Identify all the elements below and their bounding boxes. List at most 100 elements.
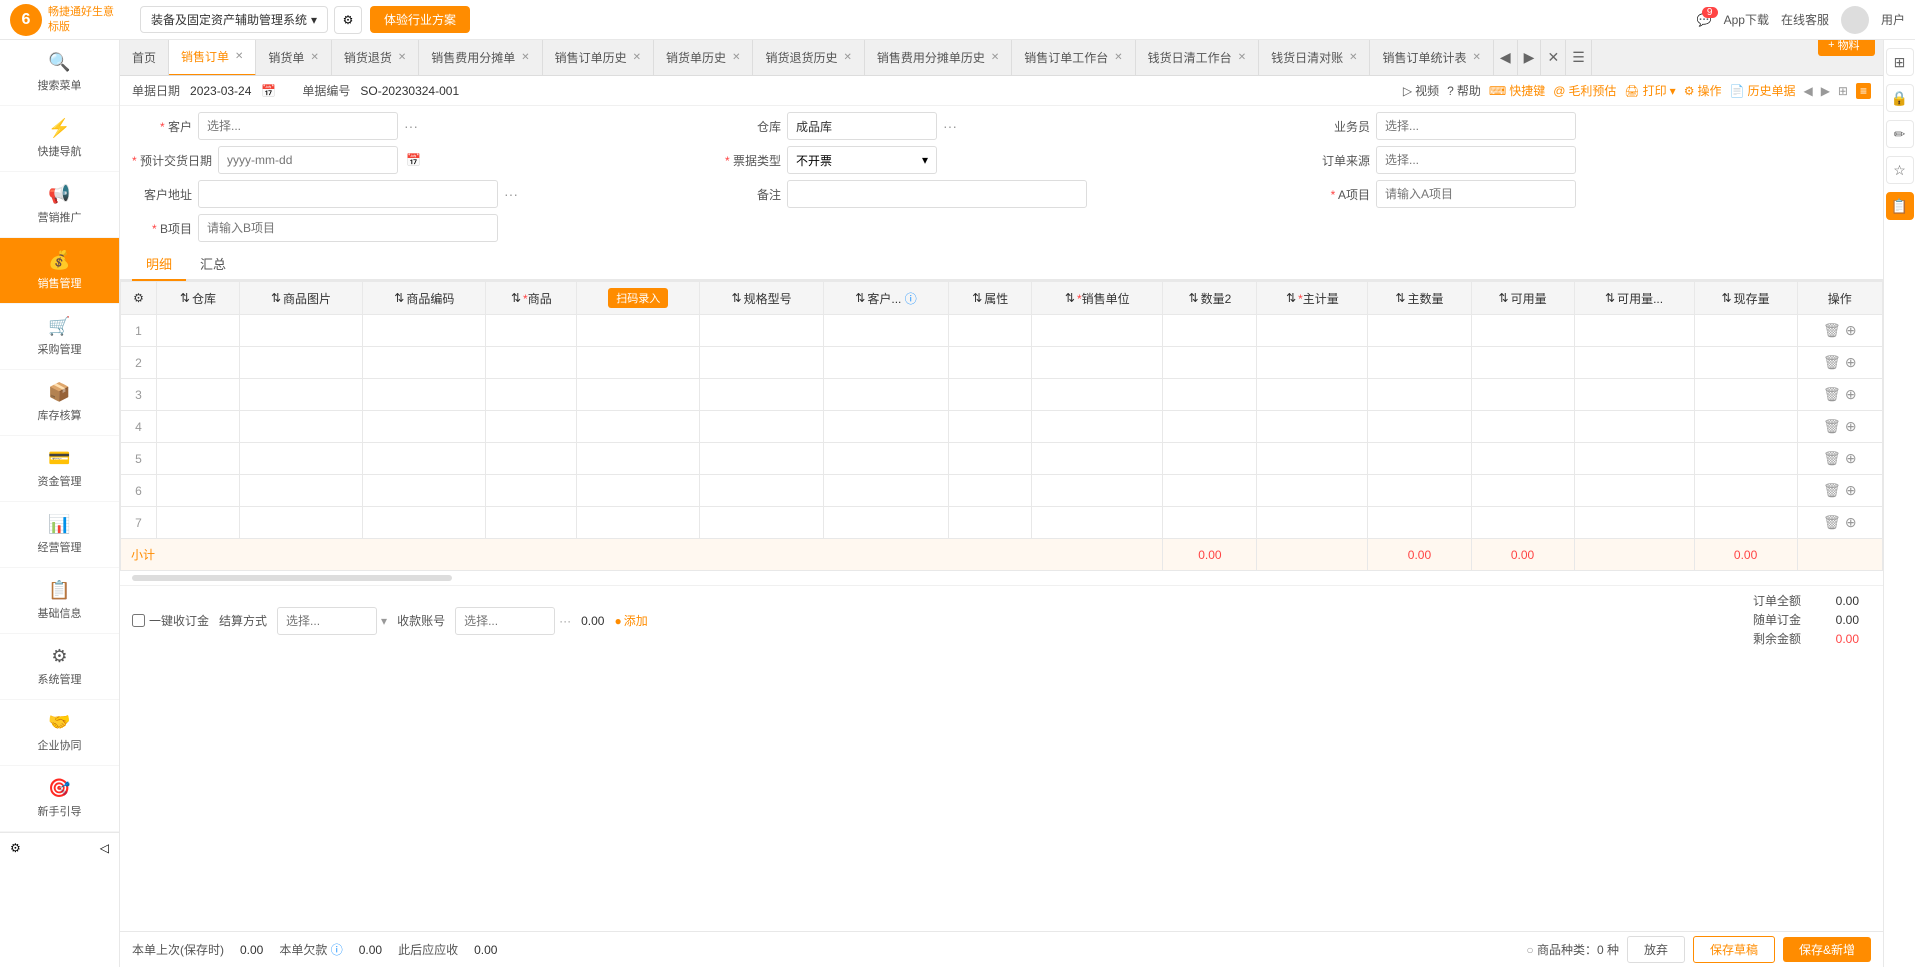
- tab-sales-goods[interactable]: 销货单 ✕: [256, 40, 331, 76]
- qty2-col-sort[interactable]: ⇅: [1189, 291, 1199, 305]
- action-btn[interactable]: ⚙ 操作: [1684, 82, 1722, 99]
- nav-left-icon[interactable]: ◀: [1803, 84, 1812, 98]
- delivery-calendar-icon[interactable]: 📅: [406, 153, 421, 167]
- tab-close-sales-return[interactable]: ✕: [398, 52, 406, 63]
- staff-input[interactable]: [1376, 112, 1576, 140]
- help-btn[interactable]: ? 帮助: [1447, 82, 1481, 99]
- account-input[interactable]: [455, 607, 555, 635]
- sidebar-item-purchase[interactable]: 🛒 采购管理: [0, 304, 119, 370]
- order-source-input[interactable]: [1376, 146, 1576, 174]
- row-delete-btn-2[interactable]: 🗑: [1821, 354, 1843, 370]
- tab-prev-btn[interactable]: ◀: [1494, 40, 1518, 76]
- tab-close-fee-history[interactable]: ✕: [991, 52, 999, 63]
- app-download-link[interactable]: App下载: [1724, 11, 1769, 28]
- online-service-link[interactable]: 在线客服: [1781, 11, 1829, 28]
- sidebar-item-management[interactable]: 📊 经营管理: [0, 502, 119, 568]
- tab-order-workbench[interactable]: 销售订单工作台 ✕: [1012, 40, 1135, 76]
- address-input[interactable]: [198, 180, 498, 208]
- one-click-check[interactable]: [132, 614, 145, 627]
- sidebar-item-collab[interactable]: 🤝 企业协同: [0, 700, 119, 766]
- customer-input[interactable]: [198, 112, 398, 140]
- tab-fee-history[interactable]: 销售费用分摊单历史 ✕: [865, 40, 1012, 76]
- warehouse-input[interactable]: [787, 112, 937, 140]
- tab-next-btn[interactable]: ▶: [1518, 40, 1542, 76]
- list-view-icon[interactable]: ≡: [1856, 83, 1871, 99]
- trial-button[interactable]: 体验行业方案: [370, 6, 470, 33]
- debt-info-icon[interactable]: ⓘ: [331, 943, 343, 957]
- row-copy-btn-7[interactable]: ⊕: [1843, 514, 1859, 530]
- row-delete-btn-6[interactable]: 🗑: [1821, 482, 1843, 498]
- available2-col-sort[interactable]: ⇅: [1605, 291, 1615, 305]
- tab-cash-reconcile[interactable]: 钱货日清对账 ✕: [1259, 40, 1370, 76]
- warehouse-col-sort[interactable]: ⇅: [180, 291, 190, 305]
- tab-order-history[interactable]: 销售订单历史 ✕: [543, 40, 654, 76]
- sidebar-settings-icon[interactable]: ⚙: [10, 841, 21, 855]
- tab-menu-btn[interactable]: ☰: [1566, 40, 1592, 76]
- sidebar-item-marketing[interactable]: 📢 营销推广: [0, 172, 119, 238]
- save-new-button[interactable]: 保存&新增: [1783, 937, 1871, 962]
- date-calendar-icon[interactable]: 📅: [261, 84, 276, 98]
- sidebar-item-finance[interactable]: 💳 资金管理: [0, 436, 119, 502]
- sidebar-item-system[interactable]: ⚙ 系统管理: [0, 634, 119, 700]
- b-project-input[interactable]: [198, 214, 498, 242]
- attribute-col-sort[interactable]: ⇅: [972, 291, 982, 305]
- rp-edit-icon[interactable]: ✏: [1886, 120, 1914, 148]
- row-delete-btn-1[interactable]: 🗑: [1821, 322, 1843, 338]
- customer-more-btn[interactable]: ···: [404, 118, 418, 134]
- nav-right-icon[interactable]: ▶: [1821, 84, 1830, 98]
- main-unit-col-sort[interactable]: ⇅: [1286, 291, 1296, 305]
- row-delete-btn-4[interactable]: 🗑: [1821, 418, 1843, 434]
- tab-close-goods-history[interactable]: ✕: [732, 52, 740, 63]
- sidebar-item-basic[interactable]: 📋 基础信息: [0, 568, 119, 634]
- tab-close-order-workbench[interactable]: ✕: [1114, 52, 1122, 63]
- spec-col-sort[interactable]: ⇅: [732, 291, 742, 305]
- rp-grid-icon[interactable]: ⊞: [1886, 48, 1914, 76]
- row-copy-btn-5[interactable]: ⊕: [1843, 450, 1859, 466]
- tab-close-cash-reconcile[interactable]: ✕: [1349, 52, 1357, 63]
- warehouse-more-btn[interactable]: ···: [943, 118, 957, 134]
- tab-close-return-history[interactable]: ✕: [843, 52, 851, 63]
- message-badge-wrap[interactable]: 💬 9: [1697, 13, 1712, 27]
- tab-goods-history[interactable]: 销货单历史 ✕: [654, 40, 753, 76]
- sidebar-item-sales[interactable]: 💰 销售管理: [0, 238, 119, 304]
- save-draft-button[interactable]: 保存草稿: [1693, 936, 1775, 963]
- invoice-select[interactable]: 不开票 ▾: [787, 146, 937, 174]
- user-avatar[interactable]: [1841, 6, 1869, 34]
- scan-btn[interactable]: 扫码录入: [608, 288, 668, 308]
- row-copy-btn-6[interactable]: ⊕: [1843, 482, 1859, 498]
- tab-close-cash-workbench[interactable]: ✕: [1238, 52, 1246, 63]
- row-copy-btn-1[interactable]: ⊕: [1843, 322, 1859, 338]
- row-copy-btn-4[interactable]: ⊕: [1843, 418, 1859, 434]
- tab-close-order-stats[interactable]: ✕: [1473, 52, 1481, 63]
- name-col-sort[interactable]: ⇅: [511, 291, 521, 305]
- tab-close-sales-order[interactable]: ✕: [235, 51, 243, 62]
- tab-close-sales-goods[interactable]: ✕: [310, 52, 318, 63]
- tab-home[interactable]: 首页: [120, 40, 169, 76]
- row-delete-btn-5[interactable]: 🗑: [1821, 450, 1843, 466]
- add-amount-btn[interactable]: ● 添加: [614, 612, 647, 629]
- row-copy-btn-2[interactable]: ⊕: [1843, 354, 1859, 370]
- row-copy-btn-3[interactable]: ⊕: [1843, 386, 1859, 402]
- delivery-input[interactable]: [218, 146, 398, 174]
- tab-return-history[interactable]: 销货退货历史 ✕: [753, 40, 864, 76]
- sidebar-item-nav[interactable]: ⚡ 快捷导航: [0, 106, 119, 172]
- unit-col-sort[interactable]: ⇅: [1065, 291, 1075, 305]
- address-more-btn[interactable]: ···: [504, 186, 518, 202]
- print-btn[interactable]: 🖨 打印 ▾: [1624, 82, 1675, 99]
- grid-view-icon[interactable]: ⊞: [1838, 84, 1848, 98]
- shortcut-btn[interactable]: ⌨ 快捷键: [1489, 82, 1545, 99]
- sidebar-item-search[interactable]: 🔍 搜索菜单: [0, 40, 119, 106]
- discard-button[interactable]: 放弃: [1627, 936, 1685, 963]
- tab-cash-workbench[interactable]: 钱货日清工作台 ✕: [1136, 40, 1259, 76]
- tab-close-sales-fee[interactable]: ✕: [521, 52, 529, 63]
- detail-tab-summary[interactable]: 汇总: [186, 248, 240, 281]
- th-settings[interactable]: ⚙: [121, 282, 157, 315]
- rp-star-icon[interactable]: ☆: [1886, 156, 1914, 184]
- history-btn[interactable]: 📄 历史单据: [1729, 82, 1795, 99]
- rp-lock-icon[interactable]: 🔒: [1886, 84, 1914, 112]
- profit-btn[interactable]: @ 毛利预估: [1553, 82, 1616, 99]
- row-delete-btn-7[interactable]: 🗑: [1821, 514, 1843, 530]
- sidebar-collapse-icon[interactable]: ◁: [100, 841, 109, 855]
- tab-sales-return[interactable]: 销货退货 ✕: [332, 40, 419, 76]
- account-more-btn[interactable]: ···: [559, 614, 571, 628]
